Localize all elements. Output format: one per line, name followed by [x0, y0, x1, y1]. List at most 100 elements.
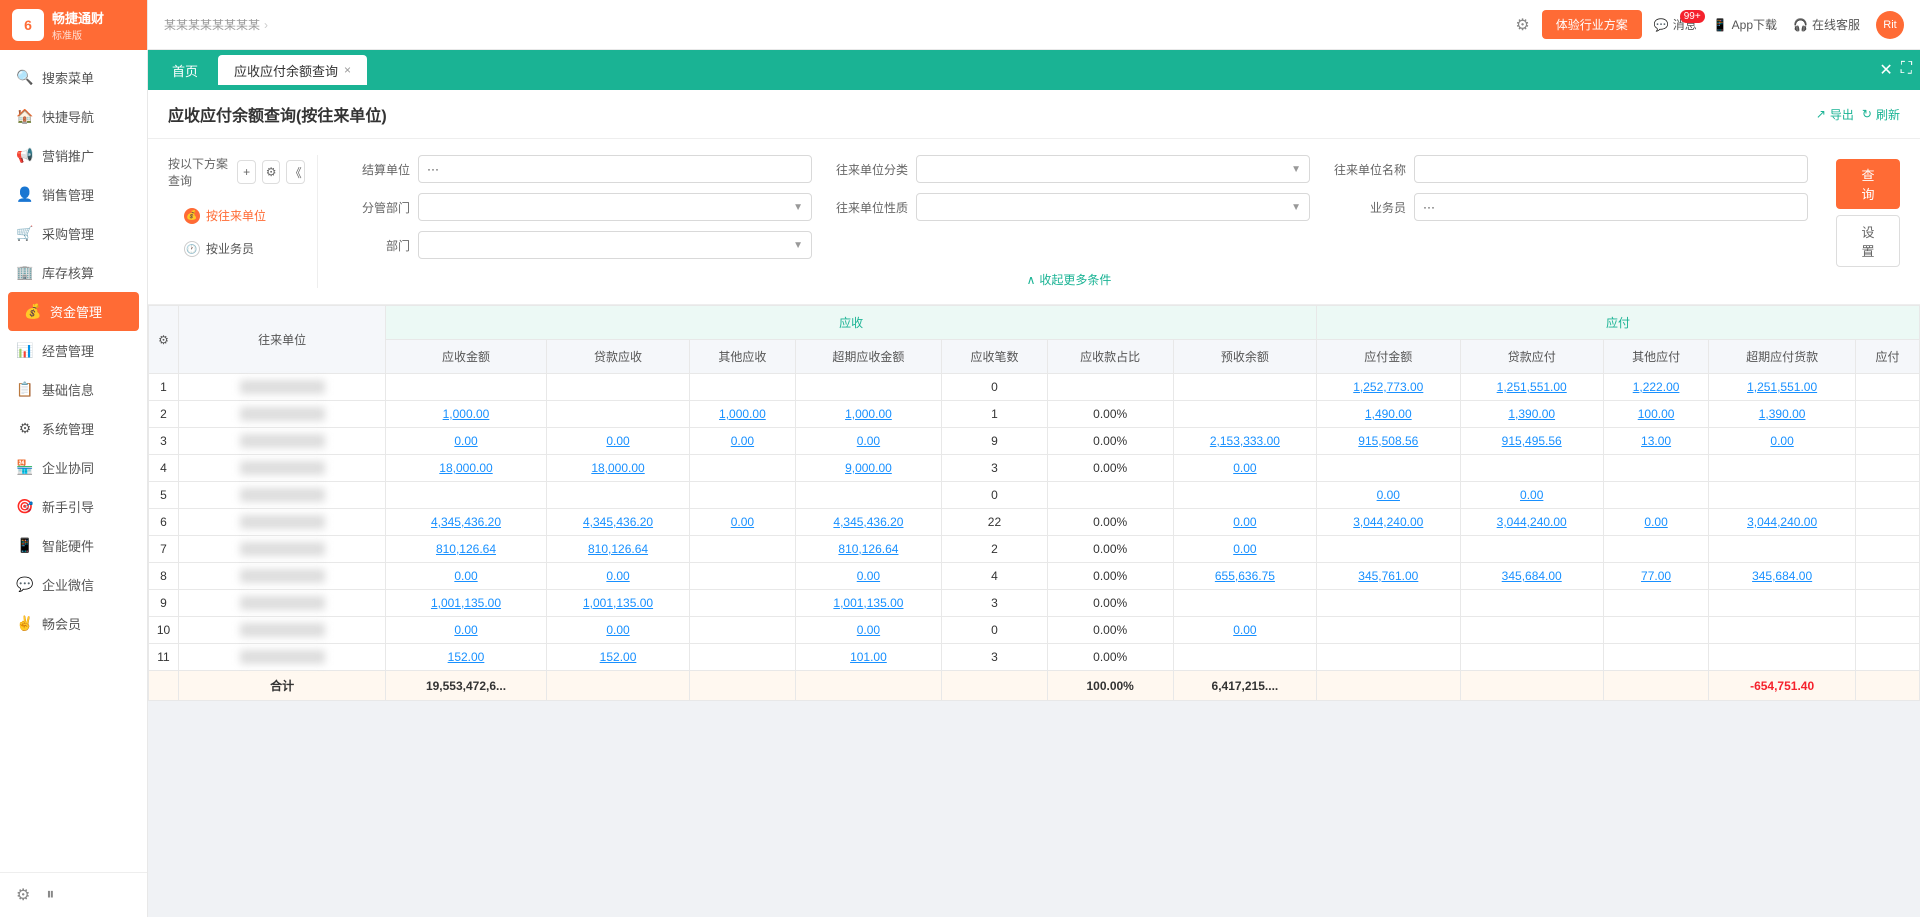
cell-link-prepay[interactable]: 0.00 [1233, 461, 1256, 475]
partner-cat-input[interactable]: ▼ [916, 155, 1310, 183]
filter-collapse-btn[interactable]: ∧ 收起更多条件 [330, 271, 1808, 288]
sidebar-item-enterprise[interactable]: 🏪企业协同 [0, 448, 147, 487]
cell-link-pay_other[interactable]: 0.00 [1644, 515, 1667, 529]
cell-link-pay_loan[interactable]: 1,390.00 [1508, 407, 1555, 421]
cell-link-recv_loan[interactable]: 810,126.64 [588, 542, 648, 556]
cell-link-recv_loan[interactable]: 1,001,135.00 [583, 596, 653, 610]
sidebar-item-inventory[interactable]: 🏢库存核算 [0, 253, 147, 292]
tab-current[interactable]: 应收应付余额查询 × [218, 55, 367, 85]
cell-link-pay_loan[interactable]: 915,495.56 [1502, 434, 1562, 448]
export-button[interactable]: ↗ 导出 [1816, 106, 1854, 123]
sidebar-item-purchase[interactable]: 🛒采购管理 [0, 214, 147, 253]
cell-link-recv_loan[interactable]: 18,000.00 [591, 461, 644, 475]
cell-link-recv_loan[interactable]: 0.00 [606, 623, 629, 637]
cell-link-pay_loan[interactable]: 0.00 [1520, 488, 1543, 502]
setting-button[interactable]: 设置 [1836, 215, 1900, 267]
filter-sidebar-item-salesman[interactable]: 🕐 按业务员 [168, 232, 305, 265]
cell-link-recv_overdue[interactable]: 101.00 [850, 650, 887, 664]
cell-link-recv_other[interactable]: 1,000.00 [719, 407, 766, 421]
cell-link-recv_amount[interactable]: 152.00 [448, 650, 485, 664]
cell-link-pay_other[interactable]: 1,222.00 [1633, 380, 1680, 394]
cell-link-pay_amount[interactable]: 0.00 [1377, 488, 1400, 502]
dept-input[interactable]: ▼ [418, 193, 812, 221]
sidebar-item-guide[interactable]: 🎯新手引导 [0, 487, 147, 526]
query-button[interactable]: 查询 [1836, 159, 1900, 209]
sidebar-item-system[interactable]: ⚙系统管理 [0, 409, 147, 448]
online-service[interactable]: 🎧 在线客服 [1793, 16, 1860, 33]
cell-link-recv_other[interactable]: 0.00 [731, 434, 754, 448]
cell-link-pay_loan[interactable]: 345,684.00 [1502, 569, 1562, 583]
cell-link-pay_loan[interactable]: 3,044,240.00 [1497, 515, 1567, 529]
filter-settings-btn[interactable]: ⚙ [262, 160, 281, 184]
cell-link-pay_loan[interactable]: 1,251,551.00 [1497, 380, 1567, 394]
app-download[interactable]: 📱 App下载 [1713, 16, 1777, 33]
cell-link-prepay[interactable]: 2,153,333.00 [1210, 434, 1280, 448]
filter-collapse-btn[interactable]: 《 [286, 160, 305, 184]
cell-link-recv_loan[interactable]: 0.00 [606, 569, 629, 583]
filter-sidebar-item-partner[interactable]: 💰 按往来单位 [168, 199, 305, 232]
settlement-input[interactable]: ··· [418, 155, 812, 183]
user-avatar[interactable]: Rit [1876, 11, 1904, 39]
sidebar-collapse-icon[interactable]: ⏸ [46, 886, 54, 904]
cell-link-pay_other[interactable]: 13.00 [1641, 434, 1671, 448]
cell-link-recv_overdue[interactable]: 0.00 [857, 434, 880, 448]
sidebar-item-member[interactable]: ✌畅会员 [0, 604, 147, 643]
sidebar-item-wechat[interactable]: 💬企业微信 [0, 565, 147, 604]
cell-link-recv_loan[interactable]: 152.00 [600, 650, 637, 664]
cell-link-recv_loan[interactable]: 0.00 [606, 434, 629, 448]
sidebar-item-finance[interactable]: 💰资金管理 [8, 292, 139, 331]
promo-button[interactable]: 体验行业方案 [1542, 10, 1642, 39]
cell-link-pay_amount[interactable]: 1,490.00 [1365, 407, 1412, 421]
cell-link-recv_other[interactable]: 0.00 [731, 515, 754, 529]
notifications[interactable]: 💬 消息 99+ [1654, 16, 1697, 33]
cell-link-prepay[interactable]: 0.00 [1233, 542, 1256, 556]
cell-link-pay_overdue[interactable]: 345,684.00 [1752, 569, 1812, 583]
cell-link-recv_amount[interactable]: 810,126.64 [436, 542, 496, 556]
sidebar-item-marketing[interactable]: 📢营销推广 [0, 136, 147, 175]
cell-link-prepay[interactable]: 0.00 [1233, 623, 1256, 637]
cell-link-pay_overdue[interactable]: 3,044,240.00 [1747, 515, 1817, 529]
table-settings-col[interactable]: ⚙ [149, 306, 179, 374]
sidebar-item-sales[interactable]: 👤销售管理 [0, 175, 147, 214]
cell-link-recv_amount[interactable]: 0.00 [454, 434, 477, 448]
cell-link-pay_other[interactable]: 100.00 [1638, 407, 1675, 421]
cell-link-recv_amount[interactable]: 0.00 [454, 623, 477, 637]
cell-link-prepay[interactable]: 655,636.75 [1215, 569, 1275, 583]
sidebar-item-smart-hw[interactable]: 📱智能硬件 [0, 526, 147, 565]
cell-link-recv_amount[interactable]: 0.00 [454, 569, 477, 583]
partner-nature-input[interactable]: ▼ [916, 193, 1310, 221]
cell-link-recv_overdue[interactable]: 9,000.00 [845, 461, 892, 475]
sidebar-item-quick-nav[interactable]: 🏠快捷导航 [0, 97, 147, 136]
sidebar-item-basic-info[interactable]: 📋基础信息 [0, 370, 147, 409]
cell-link-prepay[interactable]: 0.00 [1233, 515, 1256, 529]
tabbar-expand-icon[interactable]: ⛶ [1901, 60, 1912, 80]
tabbar-close-icon[interactable]: ✕ [1879, 60, 1892, 80]
cell-link-recv_overdue[interactable]: 1,000.00 [845, 407, 892, 421]
tab-close-icon[interactable]: × [344, 63, 351, 77]
cell-link-pay_amount[interactable]: 915,508.56 [1358, 434, 1418, 448]
sidebar-settings-icon[interactable]: ⚙ [16, 885, 30, 905]
cell-link-recv_overdue[interactable]: 1,001,135.00 [833, 596, 903, 610]
cell-link-pay_other[interactable]: 77.00 [1641, 569, 1671, 583]
cell-link-recv_overdue[interactable]: 4,345,436.20 [833, 515, 903, 529]
cell-link-recv_overdue[interactable]: 0.00 [857, 569, 880, 583]
subdept-input[interactable]: ▼ [418, 231, 812, 259]
cell-link-pay_amount[interactable]: 3,044,240.00 [1353, 515, 1423, 529]
cell-link-recv_amount[interactable]: 18,000.00 [439, 461, 492, 475]
salesman-input[interactable]: ··· [1414, 193, 1808, 221]
header-settings-icon[interactable]: ⚙ [1515, 15, 1529, 35]
cell-link-pay_amount[interactable]: 1,252,773.00 [1353, 380, 1423, 394]
filter-add-btn[interactable]: + [237, 160, 256, 184]
sidebar-item-search-menu[interactable]: 🔍搜索菜单 [0, 58, 147, 97]
sidebar-item-operations[interactable]: 📊经营管理 [0, 331, 147, 370]
tab-home[interactable]: 首页 [156, 55, 214, 85]
cell-link-pay_overdue[interactable]: 1,251,551.00 [1747, 380, 1817, 394]
cell-link-pay_overdue[interactable]: 1,390.00 [1759, 407, 1806, 421]
cell-link-recv_overdue[interactable]: 0.00 [857, 623, 880, 637]
cell-link-recv_amount[interactable]: 4,345,436.20 [431, 515, 501, 529]
cell-link-pay_overdue[interactable]: 0.00 [1770, 434, 1793, 448]
partner-name-input[interactable] [1414, 155, 1808, 183]
refresh-button[interactable]: ↻ 刷新 [1862, 106, 1900, 123]
cell-link-recv_loan[interactable]: 4,345,436.20 [583, 515, 653, 529]
cell-link-recv_amount[interactable]: 1,001,135.00 [431, 596, 501, 610]
